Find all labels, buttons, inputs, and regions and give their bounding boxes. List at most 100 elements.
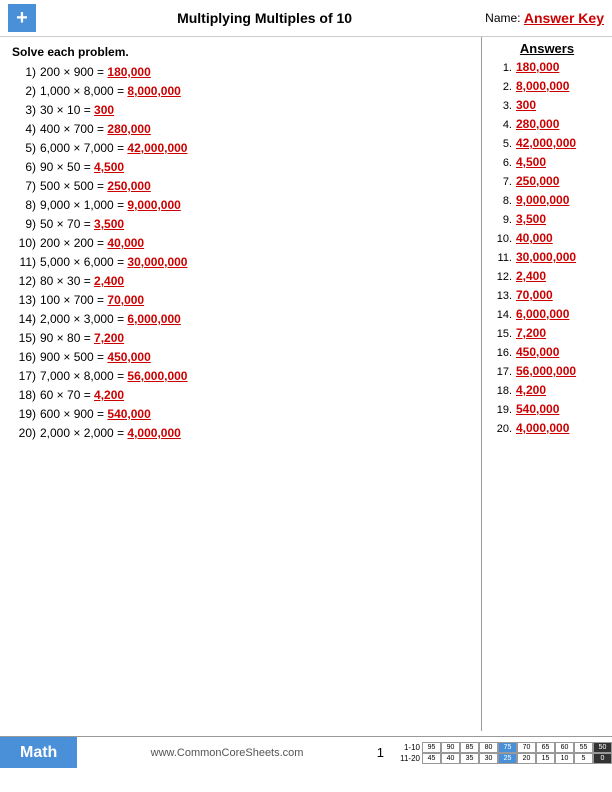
- answer-row: 16. 450,000: [490, 345, 604, 359]
- answer-number: 20.: [490, 423, 512, 435]
- problem-number: 4): [12, 122, 36, 136]
- problem-number: 15): [12, 331, 36, 345]
- problem-text: 30 × 10 = 300: [40, 103, 469, 117]
- answer-number: 4.: [490, 119, 512, 131]
- problem-number: 16): [12, 350, 36, 364]
- answer-value: 450,000: [516, 345, 559, 359]
- problem-row: 13) 100 × 700 = 70,000: [12, 293, 469, 307]
- problem-answer: 9,000,000: [127, 198, 180, 212]
- problem-text: 1,000 × 8,000 = 8,000,000: [40, 84, 469, 98]
- problem-text: 9,000 × 1,000 = 9,000,000: [40, 198, 469, 212]
- answer-row: 19. 540,000: [490, 402, 604, 416]
- problem-row: 12) 80 × 30 = 2,400: [12, 274, 469, 288]
- answer-value: 7,200: [516, 326, 546, 340]
- problem-text: 60 × 70 = 4,200: [40, 388, 469, 402]
- stats-cell: 35: [460, 753, 479, 764]
- stats-cell: 65: [536, 742, 555, 753]
- problem-row: 9) 50 × 70 = 3,500: [12, 217, 469, 231]
- answer-row: 10. 40,000: [490, 231, 604, 245]
- problem-number: 3): [12, 103, 36, 117]
- problem-number: 2): [12, 84, 36, 98]
- answer-row: 9. 3,500: [490, 212, 604, 226]
- problem-text: 900 × 500 = 450,000: [40, 350, 469, 364]
- problem-answer: 8,000,000: [127, 84, 180, 98]
- problem-row: 4) 400 × 700 = 280,000: [12, 122, 469, 136]
- answer-value: 180,000: [516, 60, 559, 74]
- stats-cell: 30: [479, 753, 498, 764]
- answer-number: 19.: [490, 404, 512, 416]
- problem-answer: 56,000,000: [127, 369, 187, 383]
- answer-value: 9,000,000: [516, 193, 569, 207]
- answer-number: 7.: [490, 176, 512, 188]
- problem-row: 18) 60 × 70 = 4,200: [12, 388, 469, 402]
- answer-number: 14.: [490, 309, 512, 321]
- stats-cell: 95: [422, 742, 441, 753]
- answer-number: 17.: [490, 366, 512, 378]
- problems-container: 1) 200 × 900 = 180,000 2) 1,000 × 8,000 …: [12, 65, 469, 440]
- stats-cell: 10: [555, 753, 574, 764]
- answer-value: 70,000: [516, 288, 553, 302]
- answer-row: 3. 300: [490, 98, 604, 112]
- answer-number: 6.: [490, 157, 512, 169]
- stats-cell: 25: [498, 753, 517, 764]
- problem-answer: 4,200: [94, 388, 124, 402]
- logo-icon: [8, 4, 36, 32]
- problem-answer: 540,000: [107, 407, 150, 421]
- problem-row: 16) 900 × 500 = 450,000: [12, 350, 469, 364]
- problem-row: 1) 200 × 900 = 180,000: [12, 65, 469, 79]
- problem-text: 7,000 × 8,000 = 56,000,000: [40, 369, 469, 383]
- footer-url: www.CommonCoreSheets.com: [77, 747, 376, 759]
- stats-cell: 70: [517, 742, 536, 753]
- answer-number: 5.: [490, 138, 512, 150]
- answer-value: 42,000,000: [516, 136, 576, 150]
- answer-value: 3,500: [516, 212, 546, 226]
- problem-answer: 180,000: [107, 65, 150, 79]
- instruction: Solve each problem.: [12, 45, 469, 59]
- problem-answer: 280,000: [107, 122, 150, 136]
- name-label: Name:: [485, 11, 520, 25]
- problem-number: 9): [12, 217, 36, 231]
- problem-row: 2) 1,000 × 8,000 = 8,000,000: [12, 84, 469, 98]
- answer-value: 6,000,000: [516, 307, 569, 321]
- stats-cell: 90: [441, 742, 460, 753]
- problem-text: 80 × 30 = 2,400: [40, 274, 469, 288]
- answer-number: 10.: [490, 233, 512, 245]
- problem-answer: 70,000: [107, 293, 144, 307]
- answer-number: 12.: [490, 271, 512, 283]
- problem-row: 10) 200 × 200 = 40,000: [12, 236, 469, 250]
- footer-page: 1: [377, 745, 392, 760]
- answer-value: 30,000,000: [516, 250, 576, 264]
- problem-text: 2,000 × 3,000 = 6,000,000: [40, 312, 469, 326]
- stats-cell: 0: [593, 753, 612, 764]
- problem-row: 14) 2,000 × 3,000 = 6,000,000: [12, 312, 469, 326]
- answer-row: 8. 9,000,000: [490, 193, 604, 207]
- answer-row: 13. 70,000: [490, 288, 604, 302]
- problem-row: 6) 90 × 50 = 4,500: [12, 160, 469, 174]
- stats-cell: 45: [422, 753, 441, 764]
- answers-column: Answers 1. 180,000 2. 8,000,000 3. 300 4…: [482, 37, 612, 731]
- answer-number: 13.: [490, 290, 512, 302]
- answer-number: 16.: [490, 347, 512, 359]
- problem-answer: 4,500: [94, 160, 124, 174]
- problem-text: 400 × 700 = 280,000: [40, 122, 469, 136]
- answer-number: 8.: [490, 195, 512, 207]
- problem-text: 50 × 70 = 3,500: [40, 217, 469, 231]
- answer-row: 15. 7,200: [490, 326, 604, 340]
- stats-cell: 40: [441, 753, 460, 764]
- answer-row: 2. 8,000,000: [490, 79, 604, 93]
- stats-area: 1-109590858075706560555011-2045403530252…: [392, 742, 612, 764]
- footer-top: Math www.CommonCoreSheets.com 1 1-109590…: [0, 736, 612, 768]
- stats-cell: 75: [498, 742, 517, 753]
- problem-number: 19): [12, 407, 36, 421]
- problem-number: 6): [12, 160, 36, 174]
- problem-text: 5,000 × 6,000 = 30,000,000: [40, 255, 469, 269]
- problem-number: 14): [12, 312, 36, 326]
- problem-answer: 30,000,000: [127, 255, 187, 269]
- worksheet-title: Multiplying Multiples of 10: [44, 10, 485, 26]
- problem-number: 17): [12, 369, 36, 383]
- answer-row: 18. 4,200: [490, 383, 604, 397]
- answer-value: 56,000,000: [516, 364, 576, 378]
- answer-row: 12. 2,400: [490, 269, 604, 283]
- answers-header: Answers: [490, 41, 604, 56]
- problem-text: 200 × 900 = 180,000: [40, 65, 469, 79]
